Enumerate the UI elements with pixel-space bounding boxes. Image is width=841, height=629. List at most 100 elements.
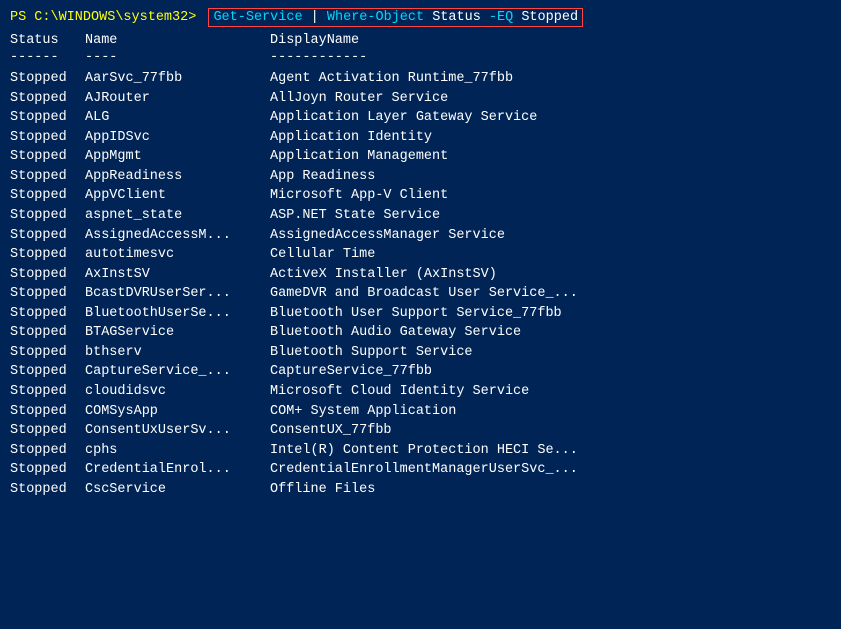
table-row: StoppedCscServiceOffline Files xyxy=(10,480,831,500)
cell-status: Stopped xyxy=(10,343,85,363)
table-row: StoppedcloudidsvcMicrosoft Cloud Identit… xyxy=(10,382,831,402)
cell-status: Stopped xyxy=(10,460,85,480)
prompt-path: PS C:\WINDOWS\system32> xyxy=(10,10,196,25)
separator-row: ------ ---- ------------ xyxy=(10,50,831,65)
table-body: StoppedAarSvc_77fbbAgent Activation Runt… xyxy=(10,69,831,499)
cell-status: Stopped xyxy=(10,69,85,89)
cell-display: ConsentUX_77fbb xyxy=(270,421,831,441)
header-name: Name xyxy=(85,33,270,48)
table-row: StoppedALGApplication Layer Gateway Serv… xyxy=(10,108,831,128)
command-stopped: Stopped xyxy=(513,10,578,25)
command-get-service: Get-Service xyxy=(213,10,302,25)
header-status: Status xyxy=(10,33,85,48)
cell-name: AppReadiness xyxy=(85,167,270,187)
cell-display: Agent Activation Runtime_77fbb xyxy=(270,69,831,89)
table-row: StoppedBluetoothUserSe...Bluetooth User … xyxy=(10,304,831,324)
command-eq: -EQ xyxy=(489,10,513,25)
terminal-window: PS C:\WINDOWS\system32> Get-Service | Wh… xyxy=(10,8,831,499)
cell-status: Stopped xyxy=(10,226,85,246)
sep-display: ------------ xyxy=(270,50,831,65)
cell-name: AarSvc_77fbb xyxy=(85,69,270,89)
cell-status: Stopped xyxy=(10,128,85,148)
cell-status: Stopped xyxy=(10,284,85,304)
table-row: StoppedBcastDVRUserSer...GameDVR and Bro… xyxy=(10,284,831,304)
cell-name: AxInstSV xyxy=(85,265,270,285)
cell-display: Bluetooth Audio Gateway Service xyxy=(270,323,831,343)
table-row: StoppedCOMSysAppCOM+ System Application xyxy=(10,402,831,422)
cell-display: Offline Files xyxy=(270,480,831,500)
cell-display: Application Layer Gateway Service xyxy=(270,108,831,128)
cell-display: Bluetooth User Support Service_77fbb xyxy=(270,304,831,324)
command-box: Get-Service | Where-Object Status -EQ St… xyxy=(208,8,583,27)
table-row: StoppedbthservBluetooth Support Service xyxy=(10,343,831,363)
cell-status: Stopped xyxy=(10,382,85,402)
cell-name: AppVClient xyxy=(85,186,270,206)
cell-status: Stopped xyxy=(10,206,85,226)
cell-display: CaptureService_77fbb xyxy=(270,362,831,382)
sep-status: ------ xyxy=(10,50,85,65)
cell-status: Stopped xyxy=(10,441,85,461)
table-row: StoppedautotimesvcCellular Time xyxy=(10,245,831,265)
table-row: StoppedAppReadinessApp Readiness xyxy=(10,167,831,187)
cell-display: CredentialEnrollmentManagerUserSvc_... xyxy=(270,460,831,480)
cell-name: CaptureService_... xyxy=(85,362,270,382)
cell-display: GameDVR and Broadcast User Service_... xyxy=(270,284,831,304)
cell-name: BluetoothUserSe... xyxy=(85,304,270,324)
cell-status: Stopped xyxy=(10,147,85,167)
cell-status: Stopped xyxy=(10,480,85,500)
cell-display: ASP.NET State Service xyxy=(270,206,831,226)
cell-name: AJRouter xyxy=(85,89,270,109)
cell-display: Intel(R) Content Protection HECI Se... xyxy=(270,441,831,461)
cell-name: autotimesvc xyxy=(85,245,270,265)
cell-status: Stopped xyxy=(10,108,85,128)
cell-name: COMSysApp xyxy=(85,402,270,422)
cell-display: AssignedAccessManager Service xyxy=(270,226,831,246)
cell-display: ActiveX Installer (AxInstSV) xyxy=(270,265,831,285)
cell-display: AllJoyn Router Service xyxy=(270,89,831,109)
header-display: DisplayName xyxy=(270,33,831,48)
cell-status: Stopped xyxy=(10,323,85,343)
table-row: StoppedBTAGServiceBluetooth Audio Gatewa… xyxy=(10,323,831,343)
table-row: StoppedAJRouterAllJoyn Router Service xyxy=(10,89,831,109)
cell-status: Stopped xyxy=(10,245,85,265)
cell-display: Cellular Time xyxy=(270,245,831,265)
table-row: StoppedAppIDSvcApplication Identity xyxy=(10,128,831,148)
prompt-gt xyxy=(196,10,204,25)
cell-name: ConsentUxUserSv... xyxy=(85,421,270,441)
table-row: StoppedCredentialEnrol...CredentialEnrol… xyxy=(10,460,831,480)
table-row: StoppedCaptureService_...CaptureService_… xyxy=(10,362,831,382)
cell-name: AppMgmt xyxy=(85,147,270,167)
cell-display: Application Management xyxy=(270,147,831,167)
table-row: StoppedAarSvc_77fbbAgent Activation Runt… xyxy=(10,69,831,89)
cell-status: Stopped xyxy=(10,265,85,285)
table-row: StoppedAppVClientMicrosoft App-V Client xyxy=(10,186,831,206)
table-header: Status Name DisplayName xyxy=(10,33,831,48)
table-row: StoppedcphsIntel(R) Content Protection H… xyxy=(10,441,831,461)
cell-status: Stopped xyxy=(10,186,85,206)
cell-name: BcastDVRUserSer... xyxy=(85,284,270,304)
table-row: StoppedConsentUxUserSv...ConsentUX_77fbb xyxy=(10,421,831,441)
cell-display: Microsoft Cloud Identity Service xyxy=(270,382,831,402)
cell-name: bthserv xyxy=(85,343,270,363)
cell-display: Application Identity xyxy=(270,128,831,148)
cell-status: Stopped xyxy=(10,89,85,109)
cell-status: Stopped xyxy=(10,362,85,382)
cell-name: CredentialEnrol... xyxy=(85,460,270,480)
cell-display: Microsoft App-V Client xyxy=(270,186,831,206)
cell-name: CscService xyxy=(85,480,270,500)
command-where-object: Where-Object xyxy=(327,10,424,25)
table-row: Stoppedaspnet_stateASP.NET State Service xyxy=(10,206,831,226)
command-pipe: | xyxy=(303,10,327,25)
cell-name: cphs xyxy=(85,441,270,461)
cell-name: ALG xyxy=(85,108,270,128)
cell-status: Stopped xyxy=(10,402,85,422)
cell-display: App Readiness xyxy=(270,167,831,187)
sep-name: ---- xyxy=(85,50,270,65)
cell-status: Stopped xyxy=(10,167,85,187)
command-status: Status xyxy=(424,10,489,25)
cell-name: AssignedAccessM... xyxy=(85,226,270,246)
table-row: StoppedAxInstSVActiveX Installer (AxInst… xyxy=(10,265,831,285)
cell-status: Stopped xyxy=(10,421,85,441)
table-row: StoppedAssignedAccessM...AssignedAccessM… xyxy=(10,226,831,246)
prompt-line: PS C:\WINDOWS\system32> Get-Service | Wh… xyxy=(10,8,831,27)
